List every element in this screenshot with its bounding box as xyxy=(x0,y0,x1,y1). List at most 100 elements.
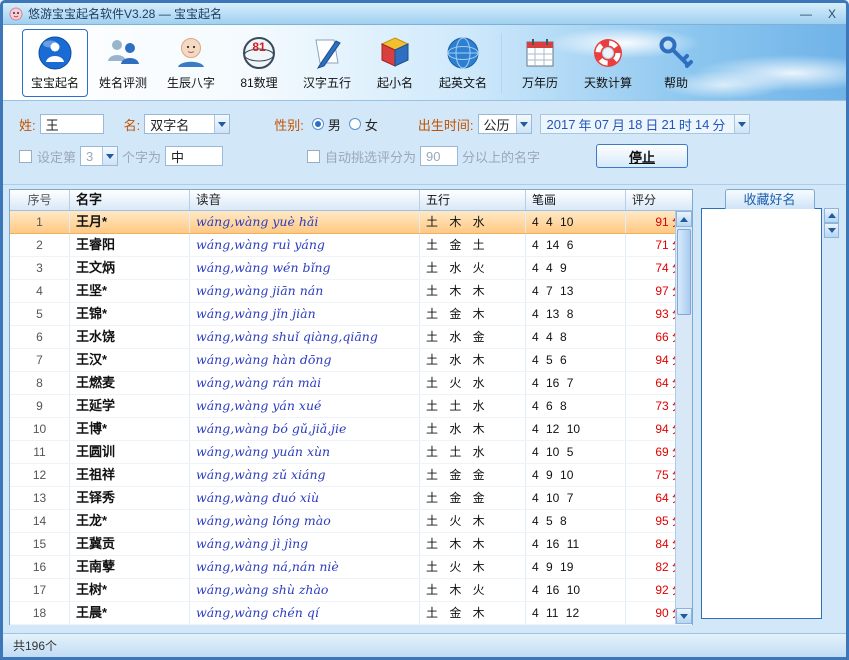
birth-year: 2017 xyxy=(547,117,576,132)
table-row[interactable]: 8 王燃麦 wáng,wàng rán mài 土 火 水 4 16 7 64 … xyxy=(10,372,692,395)
table-row[interactable]: 10 王博* wáng,wàng bó gǔ,jiǎ,jie 土 水 木 4 1… xyxy=(10,418,692,441)
scroll-down-icon[interactable] xyxy=(676,608,692,624)
header-pinyin[interactable]: 读音 xyxy=(190,190,420,210)
strokes-cell: 4 7 13 xyxy=(526,280,626,302)
strokes-cell: 4 5 8 xyxy=(526,510,626,532)
table-scrollbar[interactable] xyxy=(675,211,692,624)
favorites-listbox[interactable] xyxy=(701,208,822,619)
toolbar-item-baby-naming[interactable]: 宝宝起名 xyxy=(22,29,88,97)
name-cell: 王圆训 xyxy=(70,441,190,463)
table-row[interactable]: 1 王月* wáng,wàng yuè hǎi 土 木 水 4 4 10 91 … xyxy=(10,211,692,234)
favorites-scrollbar[interactable] xyxy=(824,208,839,238)
svg-text:81: 81 xyxy=(252,40,266,54)
row-number-cell: 7 xyxy=(10,349,70,371)
calendar-type-select[interactable]: 公历 xyxy=(478,114,532,134)
scroll-up-icon[interactable] xyxy=(824,208,839,223)
pinyin-cell: wáng,wàng rán mài xyxy=(190,372,420,394)
char-position-select[interactable]: 3 xyxy=(80,146,118,166)
close-button[interactable]: X xyxy=(824,7,840,21)
strokes-cell: 4 14 6 xyxy=(526,234,626,256)
settings-panel: 姓: 王 名: 双字名 性别: 男 女 出生时间: 公历 2017 年 07 月 xyxy=(3,101,846,185)
elements-cell: 土 金 木 xyxy=(420,602,526,624)
table-row[interactable]: 18 王晨* wáng,wàng chén qí 土 金 木 4 11 12 9… xyxy=(10,602,692,625)
header-score[interactable]: 评分 xyxy=(626,190,692,210)
header-strokes[interactable]: 笔画 xyxy=(526,190,626,210)
fixed-char-input[interactable]: 中 xyxy=(165,146,223,166)
toolbar-label: 天数计算 xyxy=(584,74,632,91)
scroll-up-icon[interactable] xyxy=(676,211,692,227)
table-row[interactable]: 7 王汉* wáng,wàng hàn dōng 土 水 木 4 5 6 94 … xyxy=(10,349,692,372)
pinyin-cell: wáng,wàng wén bǐng xyxy=(190,257,420,279)
strokes-cell: 4 16 10 xyxy=(526,579,626,601)
strokes-cell: 4 9 19 xyxy=(526,556,626,578)
header-number[interactable]: 序号 xyxy=(10,190,70,210)
table-row[interactable]: 9 王延学 wáng,wàng yán xué 土 土 水 4 6 8 73 分 xyxy=(10,395,692,418)
row-number-cell: 9 xyxy=(10,395,70,417)
row-number-cell: 11 xyxy=(10,441,70,463)
toolbar-item-five-elements[interactable]: 汉字五行 xyxy=(294,29,360,97)
toolbar-item-days-calc[interactable]: 天数计算 xyxy=(575,29,641,97)
table-row[interactable]: 12 王祖祥 wáng,wàng zǔ xiáng 土 金 金 4 9 10 7… xyxy=(10,464,692,487)
elements-cell: 土 木 火 xyxy=(420,579,526,601)
pinyin-cell: wáng,wàng bó gǔ,jiǎ,jie xyxy=(190,418,420,440)
table-row[interactable]: 5 王锦* wáng,wàng jǐn jiàn 土 金 木 4 13 8 93… xyxy=(10,303,692,326)
table-row[interactable]: 3 王文炳 wáng,wàng wén bǐng 土 水 火 4 4 9 74 … xyxy=(10,257,692,280)
table-row[interactable]: 17 王树* wáng,wàng shù zhào 土 木 火 4 16 10 … xyxy=(10,579,692,602)
auto-filter-checkbox[interactable] xyxy=(307,150,320,163)
toolbar-item-name-test[interactable]: 姓名评测 xyxy=(90,29,156,97)
toolbar-label: 宝宝起名 xyxy=(31,74,79,91)
name-cell: 王南孽 xyxy=(70,556,190,578)
gender-male-radio[interactable] xyxy=(312,118,324,130)
elements-cell: 土 金 土 xyxy=(420,234,526,256)
favorites-tab[interactable]: 收藏好名 xyxy=(725,189,815,209)
header-elements[interactable]: 五行 xyxy=(420,190,526,210)
header-name[interactable]: 名字 xyxy=(70,190,190,210)
strokes-cell: 4 12 10 xyxy=(526,418,626,440)
table-row[interactable]: 6 王水饶 wáng,wàng shuǐ qiàng,qiāng 土 水 金 4… xyxy=(10,326,692,349)
gender-label: 性别: xyxy=(274,115,304,134)
elements-cell: 土 木 水 xyxy=(420,211,526,233)
birth-time-label: 出生时间: xyxy=(418,115,474,134)
table-row[interactable]: 16 王南孽 wáng,wàng ná,nán niè 土 火 木 4 9 19… xyxy=(10,556,692,579)
toolbar-item-numerology[interactable]: 81 81数理 xyxy=(226,29,292,97)
row-number-cell: 10 xyxy=(10,418,70,440)
toolbar-item-english-name[interactable]: 起英文名 xyxy=(430,29,496,97)
table-row[interactable]: 14 王龙* wáng,wàng lóng mào 土 火 木 4 5 8 95… xyxy=(10,510,692,533)
pinyin-cell: wáng,wàng jiān nán xyxy=(190,280,420,302)
table-header-row: 序号 名字 读音 五行 笔画 评分 xyxy=(10,190,692,211)
gender-female-radio[interactable] xyxy=(349,118,361,130)
surname-label: 姓: xyxy=(19,115,36,134)
birth-datetime-picker[interactable]: 2017 年 07 月 18 日 21 时 14 分 xyxy=(540,114,751,134)
name-type-select[interactable]: 双字名 xyxy=(144,114,230,134)
elements-cell: 土 土 水 xyxy=(420,395,526,417)
scroll-down-icon[interactable] xyxy=(824,223,839,238)
pinyin-cell: wáng,wàng yuè hǎi xyxy=(190,211,420,233)
surname-input[interactable]: 王 xyxy=(40,114,104,134)
min-score-input[interactable]: 90 xyxy=(420,146,458,166)
table-row[interactable]: 4 王坚* wáng,wàng jiān nán 土 木 木 4 7 13 97… xyxy=(10,280,692,303)
table-row[interactable]: 11 王圆训 wáng,wàng yuán xùn 土 土 水 4 10 5 6… xyxy=(10,441,692,464)
dropdown-arrow-icon xyxy=(734,115,749,133)
toolbar-item-help[interactable]: 帮助 xyxy=(643,29,709,97)
strokes-cell: 4 10 5 xyxy=(526,441,626,463)
scrollbar-thumb[interactable] xyxy=(677,229,691,315)
toolbar-item-calendar[interactable]: 万年历 xyxy=(507,29,573,97)
set-char-checkbox[interactable] xyxy=(19,150,32,163)
auto-filter-suffix-label: 分以上的名字 xyxy=(462,147,540,166)
table-row[interactable]: 13 王铎秀 wáng,wàng duó xiù 土 金 金 4 10 7 64… xyxy=(10,487,692,510)
toolbar-label: 汉字五行 xyxy=(303,74,351,91)
table-row[interactable]: 2 王睿阳 wáng,wàng ruì yáng 土 金 土 4 14 6 71… xyxy=(10,234,692,257)
table-row[interactable]: 15 王冀贡 wáng,wàng jì jìng 土 木 木 4 16 11 8… xyxy=(10,533,692,556)
minimize-button[interactable]: — xyxy=(798,7,814,21)
stop-button[interactable]: 停止 xyxy=(596,144,688,168)
name-cell: 王龙* xyxy=(70,510,190,532)
toolbar-label: 81数理 xyxy=(240,74,277,91)
row-number-cell: 2 xyxy=(10,234,70,256)
set-char-middle-label: 个字为 xyxy=(122,147,161,166)
nickname-cube-icon xyxy=(376,34,414,72)
birth-hour: 21 xyxy=(661,117,675,132)
toolbar-item-birth-chart[interactable]: 生辰八字 xyxy=(158,29,224,97)
toolbar-label: 生辰八字 xyxy=(167,74,215,91)
elements-cell: 土 木 木 xyxy=(420,533,526,555)
toolbar-item-nickname[interactable]: 起小名 xyxy=(362,29,428,97)
